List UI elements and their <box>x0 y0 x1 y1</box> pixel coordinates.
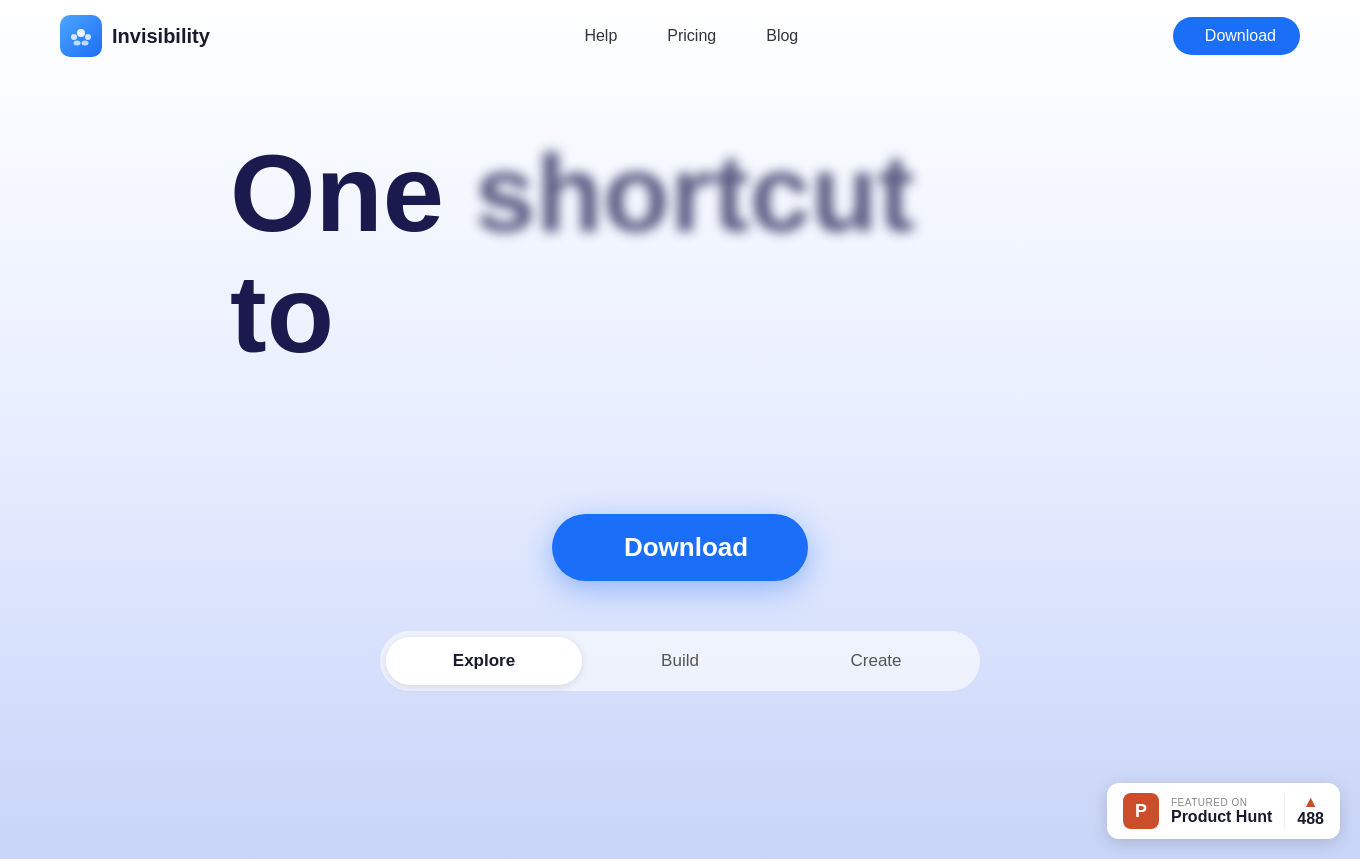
svg-point-4 <box>82 41 89 46</box>
nav-pricing[interactable]: Pricing <box>667 27 716 45</box>
svg-point-1 <box>71 34 77 40</box>
svg-point-3 <box>74 41 81 46</box>
product-hunt-name: Product Hunt <box>1171 808 1272 826</box>
tab-build[interactable]: Build <box>582 637 778 685</box>
hero-section: One shortcut to Download Explore Build C… <box>0 72 1360 691</box>
hero-download-button[interactable]: Download <box>552 514 808 581</box>
hero-download-label: Download <box>624 532 748 563</box>
logo[interactable]: Invisibility <box>60 15 210 57</box>
product-hunt-logo: P <box>1123 793 1159 829</box>
tabs: Explore Build Create <box>380 631 980 691</box>
tabs-container: Explore Build Create <box>380 631 980 691</box>
vote-count: 488 <box>1297 810 1324 828</box>
navbar: Invisibility Help Pricing Blog Download <box>0 0 1360 72</box>
upvote-arrow-icon: ▲ <box>1303 794 1319 810</box>
product-hunt-badge[interactable]: P FEATURED ON Product Hunt ▲ 488 <box>1107 783 1340 839</box>
nav-help[interactable]: Help <box>584 27 617 45</box>
product-hunt-text: FEATURED ON Product Hunt <box>1171 797 1272 826</box>
hero-cta: Download <box>552 514 808 581</box>
product-hunt-featured-label: FEATURED ON <box>1171 797 1272 808</box>
hero-title: One shortcut to <box>230 132 1130 374</box>
logo-icon <box>60 15 102 57</box>
tab-create[interactable]: Create <box>778 637 974 685</box>
tab-explore[interactable]: Explore <box>386 637 582 685</box>
logo-text: Invisibility <box>112 25 210 48</box>
nav-download-label: Download <box>1205 27 1276 45</box>
svg-point-2 <box>85 34 91 40</box>
product-hunt-votes: ▲ 488 <box>1284 794 1324 828</box>
hero-word-to: to <box>230 252 334 375</box>
hero-word-one: One <box>230 131 475 254</box>
nav-links: Help Pricing Blog <box>584 27 798 45</box>
nav-blog[interactable]: Blog <box>766 27 798 45</box>
hero-word-shortcut: shortcut <box>475 131 915 254</box>
svg-point-0 <box>77 29 85 37</box>
nav-download-button[interactable]: Download <box>1173 17 1300 55</box>
